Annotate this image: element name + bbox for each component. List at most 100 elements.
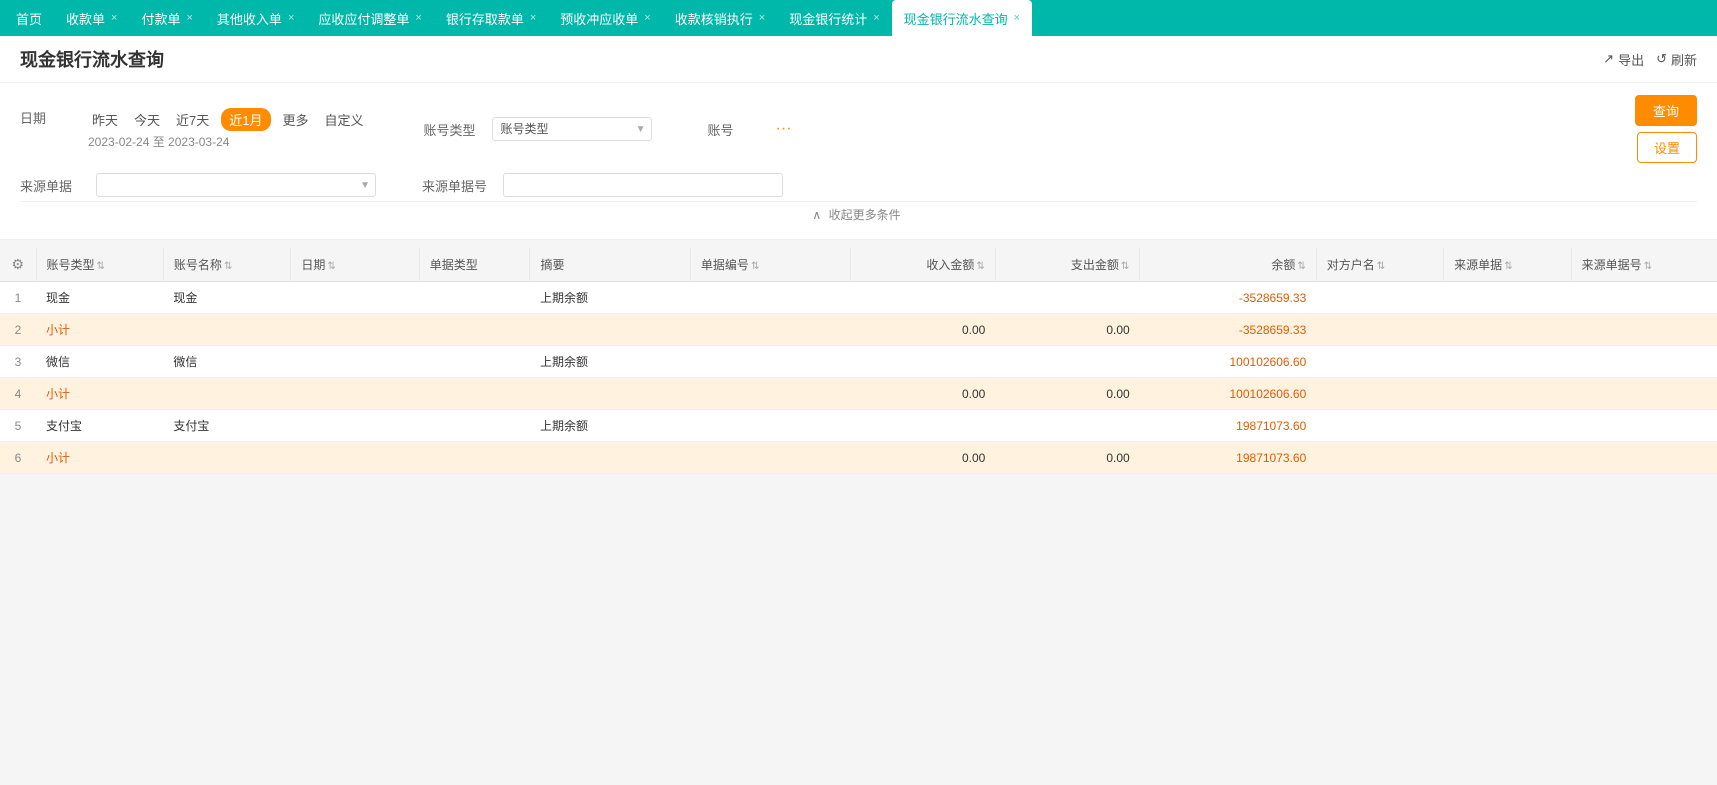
shortcut-custom[interactable]: 自定义 (321, 109, 368, 130)
cell-doc-no (690, 282, 850, 314)
refresh-button[interactable]: ↺ 刷新 (1656, 50, 1697, 69)
cell-account-name: 微信 (163, 346, 290, 378)
cell-doc-type (419, 442, 530, 474)
date-shortcuts: 昨天 今天 近7天 近1月 更多 自定义 (88, 108, 368, 131)
nav-cash-bank-flow[interactable]: 现金银行流水查询 × (892, 0, 1032, 36)
settings-button[interactable]: 设置 (1637, 132, 1697, 163)
sort-expense-icon: ⇅ (1121, 261, 1129, 272)
cell-memo: 上期余额 (530, 410, 690, 442)
nav-payments[interactable]: 付款单 × (129, 0, 204, 36)
nav-home[interactable]: 首页 (4, 0, 54, 36)
close-bank-deposit-icon[interactable]: × (530, 12, 536, 24)
cell-source-doc (1444, 442, 1571, 474)
col-date[interactable]: 日期⇅ (291, 248, 419, 282)
cell-counterparty (1316, 442, 1443, 474)
cell-source-doc-no (1571, 410, 1717, 442)
nav-bank-deposit[interactable]: 银行存取款单 × (434, 0, 548, 36)
cell-expense: 0.00 (995, 442, 1139, 474)
close-receipts-icon[interactable]: × (111, 12, 117, 24)
close-collection-exec-icon[interactable]: × (759, 12, 765, 24)
cell-row-num: 4 (0, 378, 36, 410)
col-balance[interactable]: 余额⇅ (1140, 248, 1317, 282)
sort-account-type-icon: ⇅ (97, 261, 105, 272)
source-doc-label: 来源单据 (20, 176, 80, 195)
table-row: 6 小计 0.00 0.00 19871073.60 (0, 442, 1717, 474)
shortcut-today[interactable]: 今天 (130, 109, 164, 130)
source-doc-no-input[interactable] (503, 173, 783, 197)
cell-doc-type (419, 314, 530, 346)
source-doc-no-label: 来源单据号 (422, 176, 487, 195)
col-expense[interactable]: 支出金额⇅ (995, 248, 1139, 282)
col-memo: 摘要 (530, 248, 690, 282)
cell-balance: 19871073.60 (1140, 410, 1317, 442)
cell-memo: 上期余额 (530, 282, 690, 314)
nav-other-income[interactable]: 其他收入单 × (205, 0, 306, 36)
cell-doc-no (690, 314, 850, 346)
cell-counterparty (1316, 346, 1443, 378)
close-cash-bank-flow-icon[interactable]: × (1014, 12, 1020, 24)
cell-date (291, 282, 419, 314)
cell-balance: 100102606.60 (1140, 346, 1317, 378)
nav-ar-ap-adjust[interactable]: 应收应付调整单 × (306, 0, 433, 36)
col-account-type[interactable]: 账号类型⇅ (36, 248, 163, 282)
col-counterparty[interactable]: 对方户名⇅ (1316, 248, 1443, 282)
account-type-select-wrapper: 账号类型 ▼ (492, 117, 652, 141)
query-button[interactable]: 查询 (1635, 95, 1697, 126)
col-doc-no[interactable]: 单据编号⇅ (690, 248, 850, 282)
collapse-bar[interactable]: ∧ 收起更多条件 (20, 201, 1697, 227)
table-row: 4 小计 0.00 0.00 100102606.60 (0, 378, 1717, 410)
nav-cash-bank-stats[interactable]: 现金银行统计 × (777, 0, 891, 36)
cell-doc-type (419, 346, 530, 378)
export-button[interactable]: ↗ 导出 (1603, 50, 1644, 69)
source-doc-select[interactable] (96, 173, 376, 197)
export-icon: ↗ (1603, 51, 1614, 67)
close-ar-ap-adjust-icon[interactable]: × (415, 12, 421, 24)
cell-income: 0.00 (851, 442, 995, 474)
table-row: 2 小计 0.00 0.00 -3528659.33 (0, 314, 1717, 346)
col-account-name[interactable]: 账号名称⇅ (163, 248, 290, 282)
close-advance-offset-icon[interactable]: × (644, 12, 650, 24)
account-type-select[interactable]: 账号类型 (492, 117, 652, 141)
cell-source-doc-no (1571, 314, 1717, 346)
cell-doc-no (690, 410, 850, 442)
nav-advance-offset[interactable]: 预收冲应收单 × (548, 0, 662, 36)
col-source-doc-no[interactable]: 来源单据号⇅ (1571, 248, 1717, 282)
cell-balance: 100102606.60 (1140, 378, 1317, 410)
cell-source-doc (1444, 282, 1571, 314)
close-other-income-icon[interactable]: × (288, 12, 294, 24)
close-cash-bank-stats-icon[interactable]: × (873, 12, 879, 24)
sort-date-icon: ⇅ (327, 261, 335, 272)
cell-counterparty (1316, 378, 1443, 410)
filter-row-source: 来源单据 ▼ 来源单据号 (20, 173, 1697, 197)
nav-collection-exec[interactable]: 收款核销执行 × (663, 0, 777, 36)
cell-account-name (163, 314, 290, 346)
col-source-doc[interactable]: 来源单据⇅ (1444, 248, 1571, 282)
cell-income: 0.00 (851, 314, 995, 346)
cell-date (291, 378, 419, 410)
account-dots[interactable]: ··· (776, 120, 792, 138)
filter-area: 日期 昨天 今天 近7天 近1月 更多 自定义 2023-02-24 至 202… (0, 83, 1717, 240)
sort-source-doc-icon: ⇅ (1504, 261, 1512, 272)
cell-income (851, 410, 995, 442)
top-nav: 首页 收款单 × 付款单 × 其他收入单 × 应收应付调整单 × 银行存取款单 … (0, 0, 1717, 36)
cell-counterparty (1316, 282, 1443, 314)
cell-row-num: 1 (0, 282, 36, 314)
cell-date (291, 314, 419, 346)
col-gear[interactable]: ⚙ (0, 248, 36, 282)
col-income[interactable]: 收入金额⇅ (851, 248, 995, 282)
shortcut-7days[interactable]: 近7天 (172, 109, 213, 130)
shortcut-1month[interactable]: 近1月 (221, 108, 270, 131)
nav-receipts[interactable]: 收款单 × (54, 0, 129, 36)
cell-expense: 0.00 (995, 314, 1139, 346)
close-payments-icon[interactable]: × (186, 12, 192, 24)
gear-icon[interactable]: ⚙ (11, 256, 24, 272)
shortcut-yesterday[interactable]: 昨天 (88, 109, 122, 130)
account-filter-group: 账号 ··· (708, 120, 800, 139)
table-container: ⚙ 账号类型⇅ 账号名称⇅ 日期⇅ 单据类型 摘要 单据编号⇅ 收入金额⇅ (0, 248, 1717, 474)
shortcut-more[interactable]: 更多 (279, 109, 313, 130)
filter-row-date: 日期 昨天 今天 近7天 近1月 更多 自定义 2023-02-24 至 202… (20, 95, 1697, 163)
account-type-filter-group: 账号类型 账号类型 ▼ (424, 117, 652, 141)
page-title: 现金银行流水查询 (20, 46, 164, 72)
cell-doc-type (419, 378, 530, 410)
data-table: ⚙ 账号类型⇅ 账号名称⇅ 日期⇅ 单据类型 摘要 单据编号⇅ 收入金额⇅ (0, 248, 1717, 474)
